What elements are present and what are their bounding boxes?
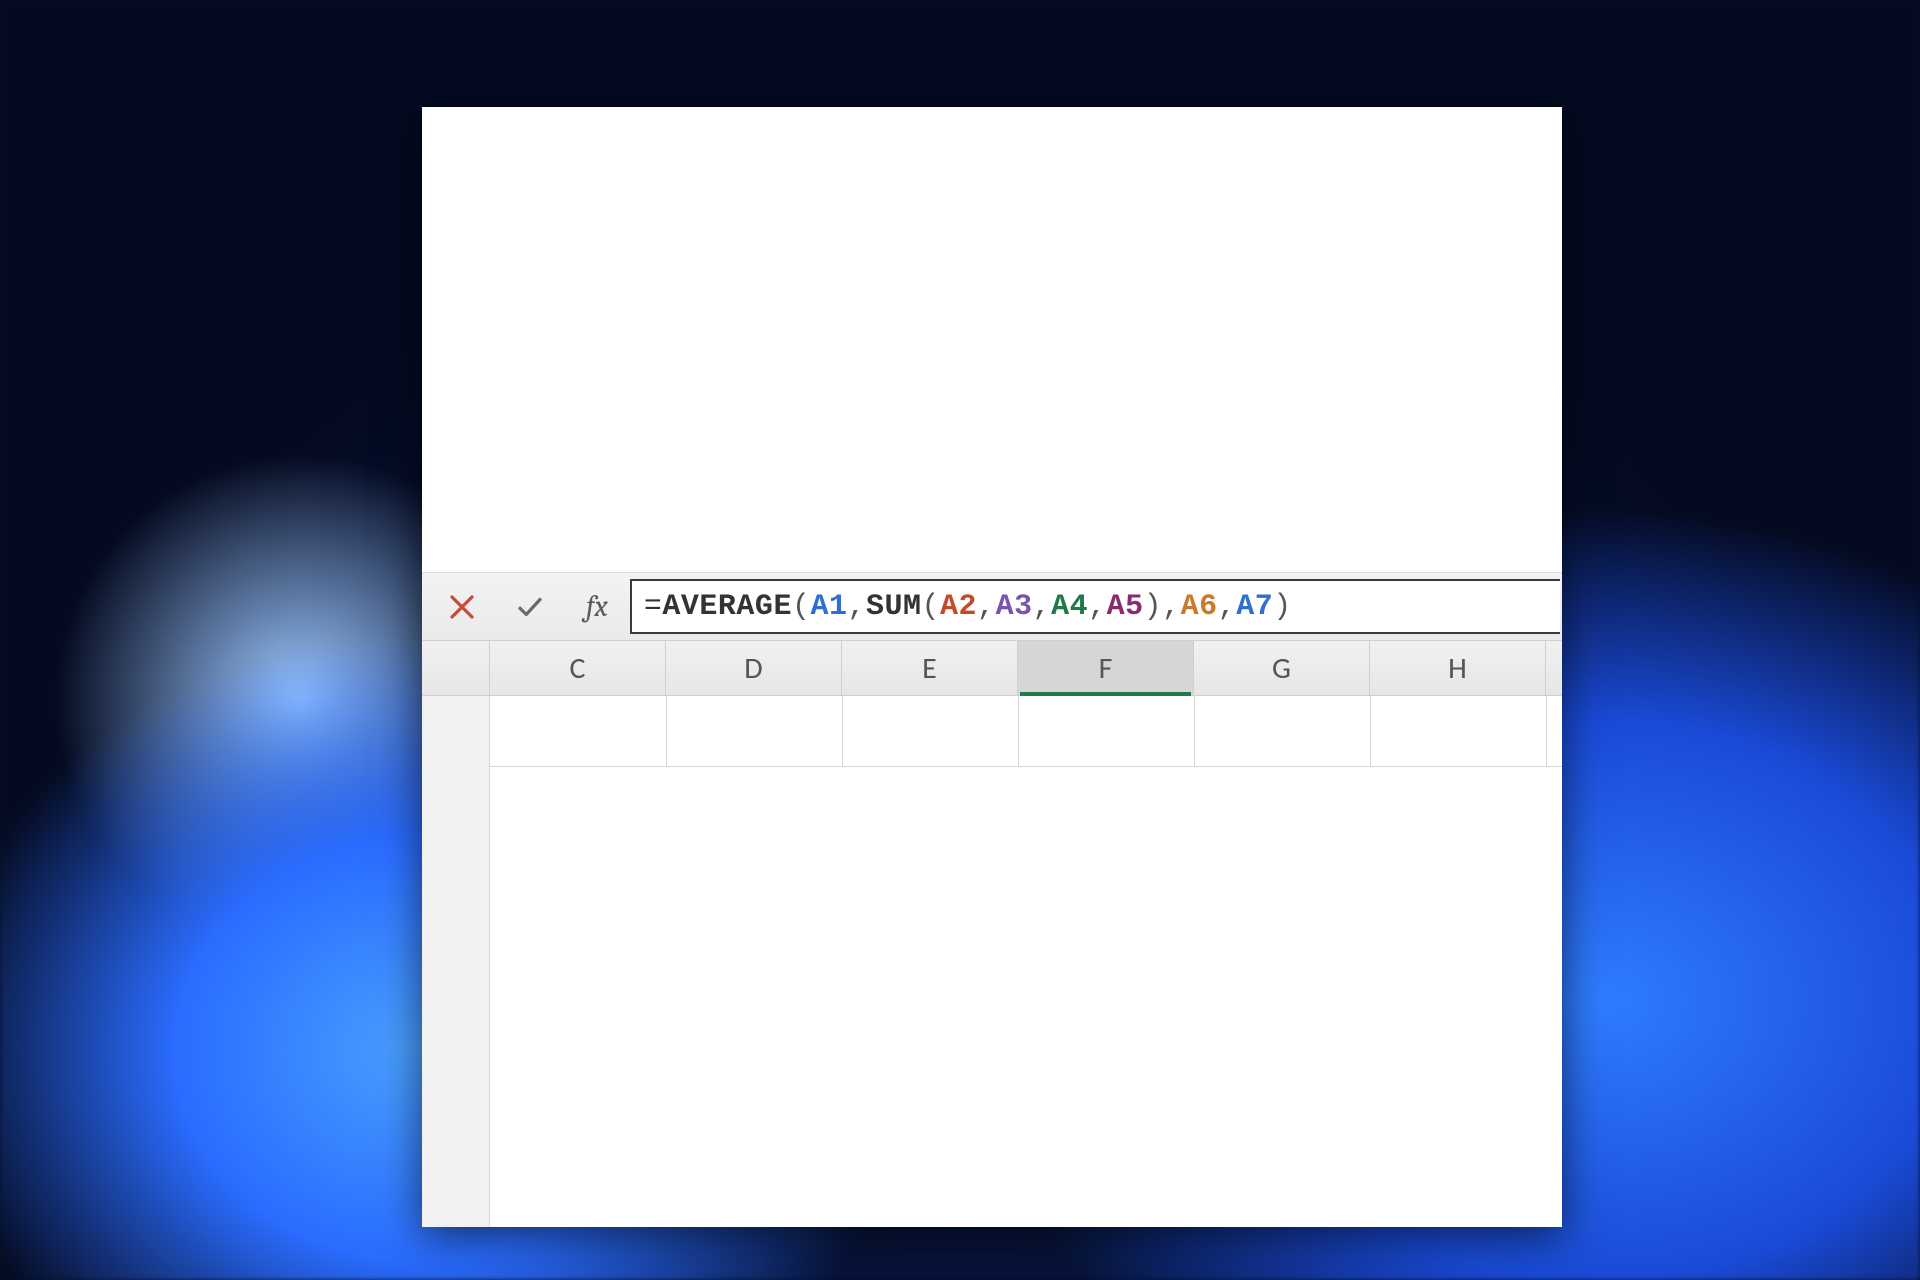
blank-area-top [422, 107, 1562, 572]
formula-function: AVERAGE [662, 590, 792, 624]
formula-cellref: A7 [1236, 590, 1273, 624]
column-header-h[interactable]: H [1370, 641, 1546, 695]
row-header-gutter[interactable] [422, 696, 490, 1227]
fx-label: fx [586, 589, 608, 624]
formula-input[interactable]: =AVERAGE(A1,SUM(A2,A3,A4,A5),A6,A7) [630, 579, 1560, 634]
formula-function: SUM [866, 590, 922, 624]
formula-paren: ( [792, 590, 811, 624]
formula-paren: ) [1273, 590, 1292, 624]
insert-function-button[interactable]: fx [578, 589, 616, 624]
select-all-corner[interactable] [422, 641, 490, 695]
formula-separator: , [1088, 590, 1107, 624]
gridline [1546, 696, 1547, 766]
gridline [666, 696, 667, 766]
column-header-e[interactable]: E [842, 641, 1018, 695]
column-header-label: H [1448, 650, 1467, 687]
formula-cellref: A5 [1107, 590, 1144, 624]
cancel-button[interactable] [442, 587, 482, 627]
formula-bar: fx =AVERAGE(A1,SUM(A2,A3,A4,A5),A6,A7) [422, 572, 1562, 640]
gridline [1370, 696, 1371, 766]
formula-cellref: A2 [940, 590, 977, 624]
formula-paren: ( [922, 590, 941, 624]
column-header-label: C [570, 650, 586, 687]
grid-body[interactable] [422, 696, 1562, 1227]
formula-cellref: A4 [1051, 590, 1088, 624]
spreadsheet-window: fx =AVERAGE(A1,SUM(A2,A3,A4,A5),A6,A7) C… [422, 107, 1562, 1227]
gridline [1018, 696, 1019, 766]
check-icon [515, 592, 545, 622]
formula-paren: ) [1144, 590, 1163, 624]
column-header-d[interactable]: D [666, 641, 842, 695]
column-header-label: G [1272, 650, 1291, 687]
formula-separator: , [847, 590, 866, 624]
formula-cellref: A1 [810, 590, 847, 624]
column-header-c[interactable]: C [490, 641, 666, 695]
close-icon [447, 592, 477, 622]
enter-button[interactable] [510, 587, 550, 627]
formula-separator: , [1218, 590, 1237, 624]
formula-cellref: A6 [1181, 590, 1218, 624]
column-header-g[interactable]: G [1194, 641, 1370, 695]
formula-cellref: A3 [996, 590, 1033, 624]
column-header-f[interactable]: F [1018, 641, 1194, 695]
column-header-row: C D E F G H [422, 640, 1562, 696]
formula-separator: , [1162, 590, 1181, 624]
gridline [842, 696, 843, 766]
gridline [490, 766, 1562, 767]
column-header-label: D [744, 650, 762, 687]
formula-bar-controls: fx [422, 573, 616, 640]
gridline [1194, 696, 1195, 766]
formula-separator: , [1033, 590, 1052, 624]
formula-separator: , [977, 590, 996, 624]
column-header-label: F [1099, 650, 1113, 687]
column-header-label: E [922, 650, 937, 687]
formula-text: = [644, 590, 663, 624]
